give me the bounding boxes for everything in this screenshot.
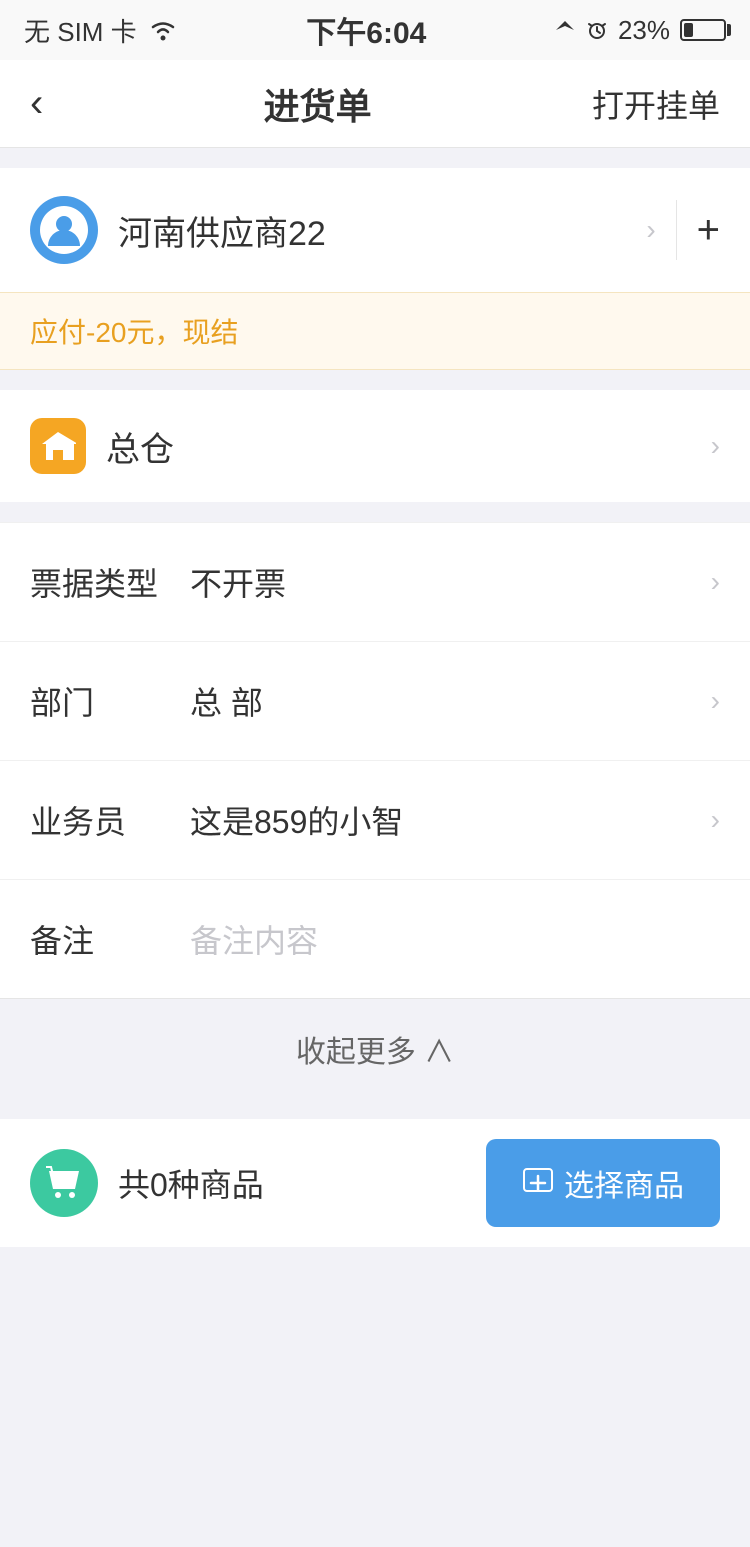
wifi-icon: [147, 19, 179, 41]
product-bar: 共0种商品 选择商品: [0, 1119, 750, 1247]
warehouse-icon: [30, 418, 86, 474]
page-rest: [0, 1247, 750, 1547]
supplier-avatar: [30, 196, 98, 264]
collapse-label: 收起更多 ∧: [296, 1036, 454, 1069]
invoice-chevron-icon: ›: [711, 566, 720, 598]
bottom-gap: [0, 1099, 750, 1119]
remark-label: 备注: [30, 916, 170, 962]
select-product-icon: [522, 1167, 554, 1199]
salesman-row[interactable]: 业务员 这是859的小智 ›: [0, 760, 750, 879]
mid-gap-2: [0, 502, 750, 522]
select-product-button[interactable]: 选择商品: [486, 1139, 720, 1227]
department-row[interactable]: 部门 总 部 ›: [0, 641, 750, 760]
select-product-label: 选择商品: [564, 1161, 684, 1205]
remark-input[interactable]: 备注内容: [170, 916, 720, 962]
status-right: 23%: [554, 15, 726, 46]
supplier-row[interactable]: 河南供应商22 › +: [0, 168, 750, 292]
page-title: 进货单: [264, 78, 372, 130]
vertical-divider: [676, 200, 677, 260]
status-bar: 无 SIM 卡 下午6:04 23%: [0, 0, 750, 60]
supplier-name: 河南供应商22: [118, 206, 646, 255]
supplier-card: 河南供应商22 › + 应付-20元，现结: [0, 168, 750, 370]
open-pending-button[interactable]: 打开挂单: [592, 81, 720, 127]
battery-icon: [680, 19, 726, 41]
remark-row[interactable]: 备注 备注内容: [0, 879, 750, 998]
nav-bar: ‹ 进货单 打开挂单: [0, 60, 750, 148]
department-value: 总 部: [170, 678, 711, 724]
mid-gap-1: [0, 370, 750, 390]
person-icon: [44, 210, 84, 250]
add-button[interactable]: +: [697, 208, 720, 253]
back-button[interactable]: ‹: [30, 81, 43, 126]
location-icon: [554, 19, 576, 41]
product-count: 共0种商品: [118, 1160, 466, 1206]
collapse-button[interactable]: 收起更多 ∧: [0, 998, 750, 1099]
department-chevron-icon: ›: [711, 685, 720, 717]
status-time: 下午6:04: [306, 8, 426, 52]
salesman-value: 这是859的小智: [170, 797, 711, 843]
product-icon: [30, 1149, 98, 1217]
notice-bar: 应付-20元，现结: [0, 292, 750, 370]
warehouse-chevron-icon: ›: [711, 430, 720, 462]
status-left: 无 SIM 卡: [24, 12, 179, 49]
invoice-label: 票据类型: [30, 559, 170, 605]
department-label: 部门: [30, 678, 170, 724]
alarm-icon: [586, 19, 608, 41]
invoice-value: 不开票: [170, 559, 711, 605]
salesman-chevron-icon: ›: [711, 804, 720, 836]
carrier-label: 无 SIM 卡: [24, 12, 137, 49]
warehouse-row[interactable]: 总仓 ›: [0, 390, 750, 502]
cart-icon: [44, 1163, 84, 1203]
house-icon: [40, 428, 76, 464]
top-gap: [0, 148, 750, 168]
salesman-label: 业务员: [30, 797, 170, 843]
supplier-chevron-icon: ›: [646, 214, 655, 246]
battery-percent: 23%: [618, 15, 670, 46]
notice-text: 应付-20元，现结: [30, 317, 238, 348]
content-area: 河南供应商22 › + 应付-20元，现结 总仓 › 票据类型 不开票 › 部门: [0, 148, 750, 1547]
invoice-row[interactable]: 票据类型 不开票 ›: [0, 522, 750, 641]
warehouse-name: 总仓: [106, 422, 711, 471]
